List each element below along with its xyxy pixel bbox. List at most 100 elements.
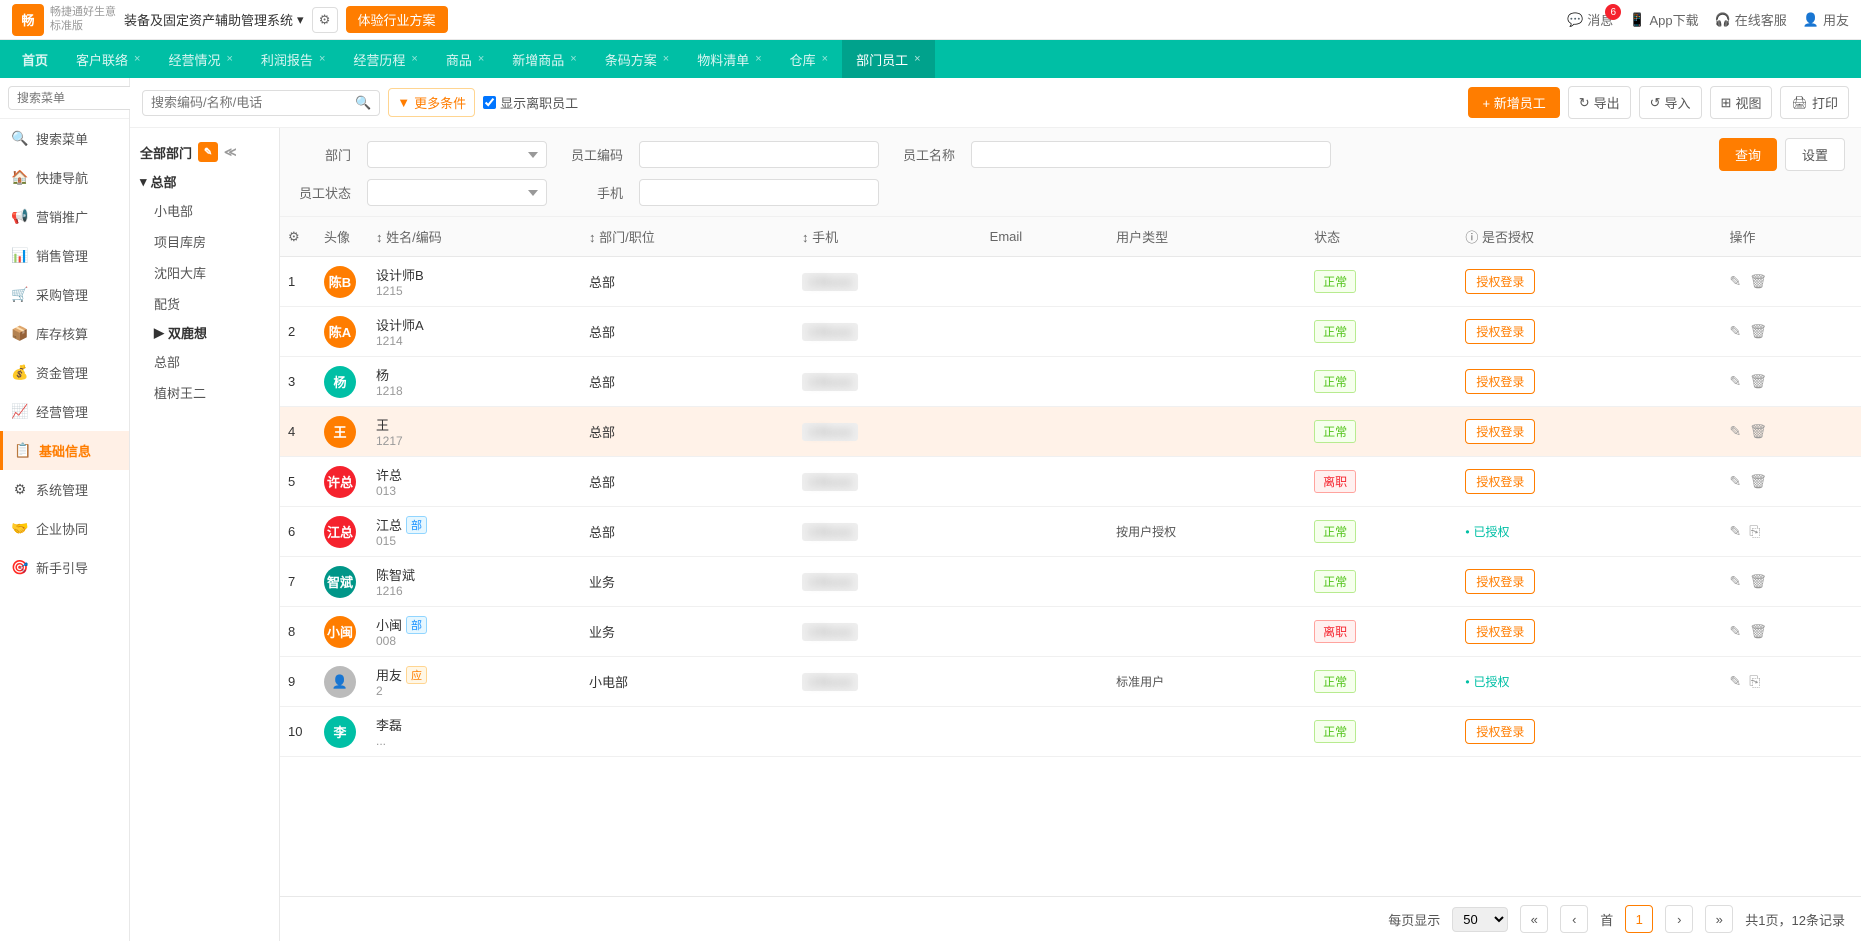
close-icon[interactable]: ×	[134, 53, 140, 65]
settings-button[interactable]: ⚙	[312, 7, 338, 33]
dept-item-distribution[interactable]: 配货	[130, 288, 279, 319]
close-icon[interactable]: ×	[914, 53, 920, 65]
tab-goods[interactable]: 商品×	[432, 40, 498, 78]
delete-button[interactable]: 🗑	[1749, 323, 1767, 340]
trial-button[interactable]: 体验行业方案	[346, 6, 448, 33]
edit-button[interactable]: ✎	[1729, 523, 1741, 540]
emp-name-input[interactable]	[971, 141, 1331, 168]
dept-item-small-elec[interactable]: 小电部	[130, 195, 279, 226]
last-page-button[interactable]: »	[1705, 905, 1733, 933]
tab-material[interactable]: 物料清单×	[683, 40, 775, 78]
system-title-select[interactable]: 装备及固定资产辅助管理系统 ▾	[124, 10, 304, 29]
sidebar-item-inventory[interactable]: 📦 库存核算	[0, 314, 129, 353]
delete-button[interactable]: 🗑	[1749, 373, 1767, 390]
per-page-select[interactable]: 50 20 100	[1452, 907, 1508, 932]
dept-group-shuanglu[interactable]: ▶ 双鹿想	[130, 319, 279, 346]
auth-button[interactable]: 授权登录	[1465, 319, 1535, 344]
auth-button[interactable]: 授权登录	[1465, 619, 1535, 644]
sidebar-item-basic-info[interactable]: 📋 基础信息	[0, 431, 129, 470]
copy-button[interactable]: ⎘	[1749, 523, 1760, 540]
dept-item-project-room[interactable]: 项目库房	[130, 226, 279, 257]
sidebar-item-collab[interactable]: 🤝 企业协同	[0, 509, 129, 548]
col-phone[interactable]: ↕ 手机	[794, 217, 982, 257]
close-icon[interactable]: ×	[411, 53, 417, 65]
sidebar-item-quicknav[interactable]: 🏠 快捷导航	[0, 158, 129, 197]
delete-button[interactable]: 🗑	[1749, 273, 1767, 290]
tab-history[interactable]: 经营历程×	[339, 40, 431, 78]
edit-button[interactable]: ✎	[1729, 473, 1741, 490]
tab-barcode[interactable]: 条码方案×	[591, 40, 683, 78]
import-button[interactable]: ↺ 导入	[1639, 86, 1702, 119]
tab-home[interactable]: 首页	[8, 40, 62, 78]
auth-button[interactable]: 授权登录	[1465, 269, 1535, 294]
auth-button[interactable]: 授权登录	[1465, 419, 1535, 444]
close-icon[interactable]: ×	[822, 53, 828, 65]
auth-button[interactable]: 授权登录	[1465, 369, 1535, 394]
auth-button[interactable]: 授权登录	[1465, 569, 1535, 594]
emp-status-select[interactable]	[367, 179, 547, 206]
sidebar-item-system[interactable]: ⚙ 系统管理	[0, 470, 129, 509]
sidebar-item-search[interactable]: 🔍 搜索菜单	[0, 119, 129, 158]
set-button[interactable]: 设置	[1785, 138, 1845, 171]
edit-button[interactable]: ✎	[1729, 623, 1741, 640]
sidebar-item-guide[interactable]: 🎯 新手引导	[0, 548, 129, 587]
tab-operation[interactable]: 经营情况×	[154, 40, 246, 78]
sidebar-item-marketing[interactable]: 📢 营销推广	[0, 197, 129, 236]
close-icon[interactable]: ×	[319, 53, 325, 65]
dept-item-plant-tree[interactable]: 植树王二	[130, 377, 279, 408]
online-service-button[interactable]: 🎧 在线客服	[1715, 10, 1787, 29]
view-button[interactable]: ⊞ 视图	[1710, 86, 1773, 119]
dept-collapse-button[interactable]: ≪	[224, 145, 237, 159]
close-icon[interactable]: ×	[226, 53, 232, 65]
emp-code-input[interactable]	[639, 141, 879, 168]
edit-button[interactable]: ✎	[1729, 673, 1741, 690]
dept-item-shenyang[interactable]: 沈阳大库	[130, 257, 279, 288]
prev-page-button[interactable]: ‹	[1560, 905, 1588, 933]
next-page-button[interactable]: ›	[1665, 905, 1693, 933]
tab-new-goods[interactable]: 新增商品×	[498, 40, 590, 78]
col-dept[interactable]: ↕ 部门/职位	[581, 217, 794, 257]
col-settings[interactable]: ⚙	[280, 217, 316, 257]
phone-input[interactable]	[639, 179, 879, 206]
close-icon[interactable]: ×	[663, 53, 669, 65]
copy-button[interactable]: ⎘	[1749, 673, 1760, 690]
sidebar-item-sales[interactable]: 📊 销售管理	[0, 236, 129, 275]
edit-button[interactable]: ✎	[1729, 323, 1741, 340]
edit-button[interactable]: ✎	[1729, 573, 1741, 590]
sidebar-item-purchase[interactable]: 🛒 采购管理	[0, 275, 129, 314]
delete-button[interactable]: 🗑	[1749, 423, 1767, 440]
dept-item-hq[interactable]: 总部	[130, 346, 279, 377]
message-button[interactable]: 💬 消息 6	[1567, 10, 1613, 29]
user-button[interactable]: 👤 用友	[1803, 10, 1849, 29]
tab-customer[interactable]: 客户联络×	[62, 40, 154, 78]
delete-button[interactable]: 🗑	[1749, 573, 1767, 590]
tab-profit[interactable]: 利润报告×	[247, 40, 339, 78]
more-filters-button[interactable]: ▼ 更多条件	[388, 88, 475, 117]
dept-edit-button[interactable]: ✎	[198, 142, 218, 162]
delete-button[interactable]: 🗑	[1749, 473, 1767, 490]
tab-warehouse[interactable]: 仓库×	[776, 40, 842, 78]
auth-button[interactable]: 授权登录	[1465, 719, 1535, 744]
export-button[interactable]: ↻ 导出	[1568, 86, 1631, 119]
close-icon[interactable]: ×	[478, 53, 484, 65]
app-download-button[interactable]: 📱 App下载	[1629, 10, 1698, 29]
edit-button[interactable]: ✎	[1729, 423, 1741, 440]
edit-button[interactable]: ✎	[1729, 373, 1741, 390]
col-name[interactable]: ↕ 姓名/编码	[368, 217, 581, 257]
query-button[interactable]: 查询	[1719, 138, 1777, 171]
sidebar-item-operation[interactable]: 📈 经营管理	[0, 392, 129, 431]
sidebar-item-finance[interactable]: 💰 资金管理	[0, 353, 129, 392]
add-employee-button[interactable]: + 新增员工	[1468, 87, 1559, 118]
close-icon[interactable]: ×	[570, 53, 576, 65]
dept-group-headquarter[interactable]: ▾ 总部	[130, 168, 279, 195]
search-input[interactable]	[151, 95, 351, 110]
dept-filter-select[interactable]	[367, 141, 547, 168]
close-icon[interactable]: ×	[755, 53, 761, 65]
tab-employees[interactable]: 部门员工×	[842, 40, 934, 78]
edit-button[interactable]: ✎	[1729, 273, 1741, 290]
show-resigned-checkbox[interactable]: 显示离职员工	[483, 93, 578, 112]
delete-button[interactable]: 🗑	[1749, 623, 1767, 640]
auth-button[interactable]: 授权登录	[1465, 469, 1535, 494]
print-button[interactable]: 🖨 打印	[1780, 86, 1849, 119]
first-page-button[interactable]: «	[1520, 905, 1548, 933]
